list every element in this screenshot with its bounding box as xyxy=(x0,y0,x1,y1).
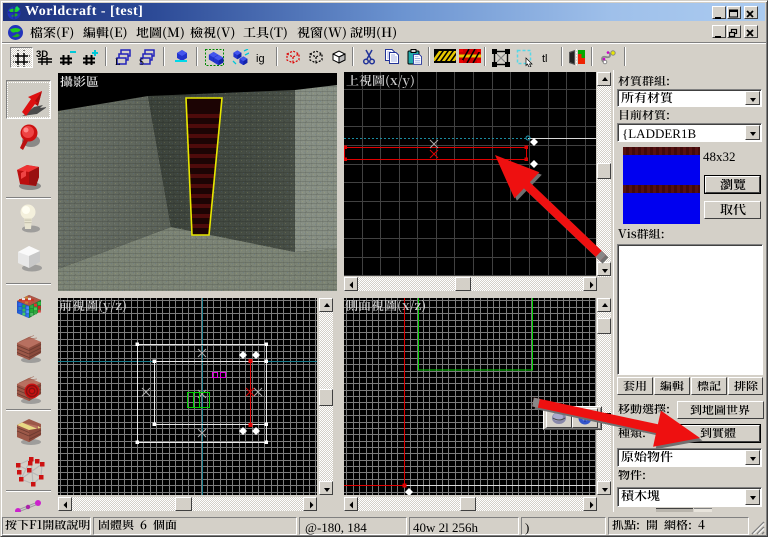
svg-text:L: L xyxy=(115,57,121,65)
svg-text:ig: ig xyxy=(256,53,265,65)
svg-text:S: S xyxy=(139,57,144,65)
svg-text:tl: tl xyxy=(542,53,548,65)
